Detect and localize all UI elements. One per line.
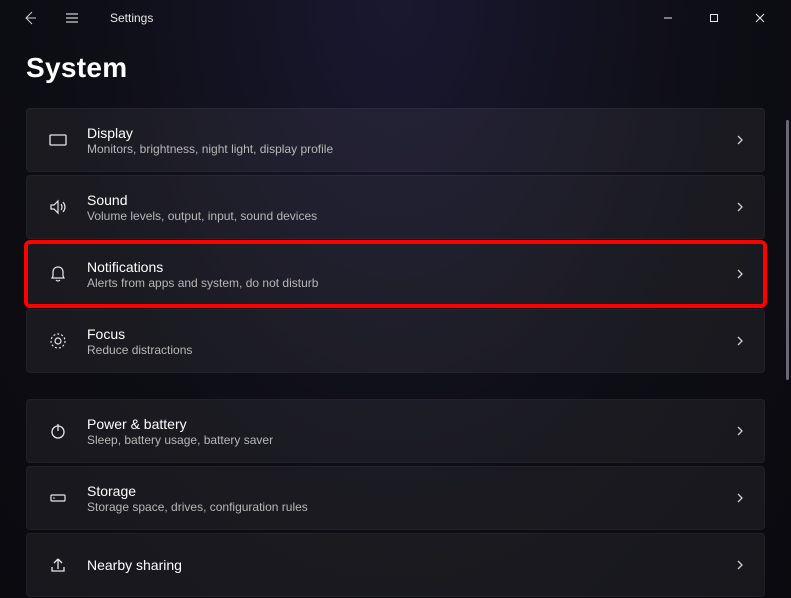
share-icon xyxy=(45,552,71,578)
settings-row-storage[interactable]: Storage Storage space, drives, configura… xyxy=(26,466,765,530)
minimize-icon xyxy=(663,13,673,23)
settings-content: Display Monitors, brightness, night ligh… xyxy=(0,108,791,598)
close-icon xyxy=(755,13,765,23)
row-subtitle: Storage space, drives, configuration rul… xyxy=(87,500,734,514)
maximize-button[interactable] xyxy=(691,2,737,34)
row-subtitle: Reduce distractions xyxy=(87,343,734,357)
row-title: Nearby sharing xyxy=(87,557,734,573)
chevron-right-icon xyxy=(734,335,746,347)
settings-row-notifications[interactable]: Notifications Alerts from apps and syste… xyxy=(26,242,765,306)
row-subtitle: Sleep, battery usage, battery saver xyxy=(87,433,734,447)
maximize-icon xyxy=(709,13,719,23)
settings-row-power-battery[interactable]: Power & battery Sleep, battery usage, ba… xyxy=(26,399,765,463)
row-subtitle: Volume levels, output, input, sound devi… xyxy=(87,209,734,223)
row-title: Focus xyxy=(87,326,734,342)
scrollbar[interactable] xyxy=(786,120,789,380)
chevron-right-icon xyxy=(734,268,746,280)
hamburger-icon xyxy=(64,10,80,26)
settings-row-display[interactable]: Display Monitors, brightness, night ligh… xyxy=(26,108,765,172)
row-title: Sound xyxy=(87,192,734,208)
focus-icon xyxy=(45,328,71,354)
back-button[interactable] xyxy=(18,6,42,30)
chevron-right-icon xyxy=(734,559,746,571)
chevron-right-icon xyxy=(734,134,746,146)
chevron-right-icon xyxy=(734,201,746,213)
chevron-right-icon xyxy=(734,425,746,437)
minimize-button[interactable] xyxy=(645,2,691,34)
sound-icon xyxy=(45,194,71,220)
app-name: Settings xyxy=(110,11,153,25)
storage-icon xyxy=(45,485,71,511)
chevron-right-icon xyxy=(734,492,746,504)
row-subtitle: Monitors, brightness, night light, displ… xyxy=(87,142,734,156)
page-title: System xyxy=(0,36,791,108)
settings-row-focus[interactable]: Focus Reduce distractions xyxy=(26,309,765,373)
display-icon xyxy=(45,127,71,153)
settings-row-nearby-sharing[interactable]: Nearby sharing xyxy=(26,533,765,597)
row-subtitle: Alerts from apps and system, do not dist… xyxy=(87,276,734,290)
row-title: Power & battery xyxy=(87,416,734,432)
settings-row-sound[interactable]: Sound Volume levels, output, input, soun… xyxy=(26,175,765,239)
window-controls xyxy=(645,2,783,34)
arrow-left-icon xyxy=(22,10,38,26)
close-button[interactable] xyxy=(737,2,783,34)
bell-icon xyxy=(45,261,71,287)
row-title: Display xyxy=(87,125,734,141)
row-title: Storage xyxy=(87,483,734,499)
power-icon xyxy=(45,418,71,444)
hamburger-menu-button[interactable] xyxy=(60,6,84,30)
titlebar: Settings xyxy=(0,0,791,36)
row-title: Notifications xyxy=(87,259,734,275)
